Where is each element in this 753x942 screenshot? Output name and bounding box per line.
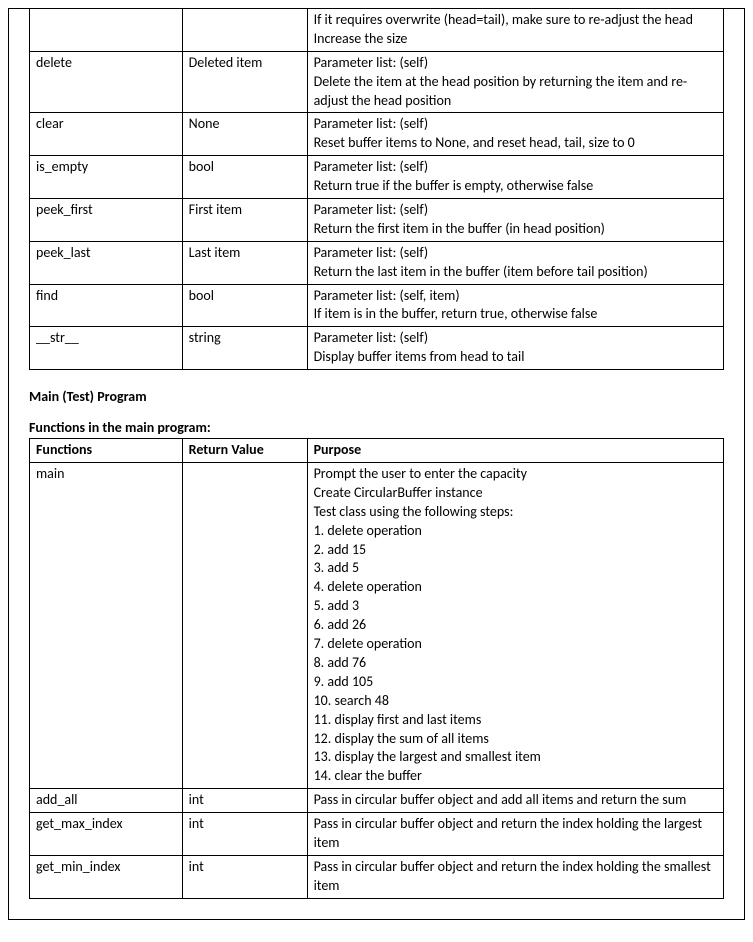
table-row: clear None Parameter list: (self)Reset b… [30, 113, 724, 156]
methods-table: If it requires overwrite (head=tail), ma… [29, 9, 724, 370]
method-cell: main [30, 463, 183, 789]
table-row: peek_first First item Parameter list: (s… [30, 199, 724, 242]
desc-cell: Parameter list: (self)Display buffer ite… [307, 327, 723, 370]
table-row: add_all int Pass in circular buffer obje… [30, 789, 724, 813]
method-cell: peek_last [30, 241, 183, 284]
return-cell: Last item [182, 241, 307, 284]
desc-cell: Pass in circular buffer object and retur… [307, 855, 723, 898]
desc-cell: Parameter list: (self, item)If item is i… [307, 284, 723, 327]
document-page: If it requires overwrite (head=tail), ma… [8, 8, 745, 920]
table-row: get_min_index int Pass in circular buffe… [30, 855, 724, 898]
document-content: If it requires overwrite (head=tail), ma… [9, 9, 744, 919]
method-cell: delete [30, 51, 183, 113]
table-header-row: Functions Return Value Purpose [30, 439, 724, 463]
header-functions: Functions [30, 439, 183, 463]
table-row: If it requires overwrite (head=tail), ma… [30, 9, 724, 51]
desc-cell: Parameter list: (self)Return true if the… [307, 156, 723, 199]
desc-cell: Parameter list: (self)Delete the item at… [307, 51, 723, 113]
method-cell: get_min_index [30, 855, 183, 898]
table-row: __str__ string Parameter list: (self)Dis… [30, 327, 724, 370]
method-cell: find [30, 284, 183, 327]
table-row: find bool Parameter list: (self, item)If… [30, 284, 724, 327]
functions-heading: Functions in the main program: [29, 419, 724, 436]
return-cell: int [182, 789, 307, 813]
return-cell: Deleted item [182, 51, 307, 113]
table-row: main Prompt the user to enter the capaci… [30, 463, 724, 789]
return-cell [182, 463, 307, 789]
table-row: is_empty bool Parameter list: (self)Retu… [30, 156, 724, 199]
return-cell: bool [182, 284, 307, 327]
desc-cell: Pass in circular buffer object and retur… [307, 813, 723, 856]
table-row: get_max_index int Pass in circular buffe… [30, 813, 724, 856]
return-cell: int [182, 813, 307, 856]
table-row: delete Deleted item Parameter list: (sel… [30, 51, 724, 113]
main-program-heading: Main (Test) Program [29, 388, 724, 405]
method-cell: is_empty [30, 156, 183, 199]
desc-cell: Parameter list: (self)Reset buffer items… [307, 113, 723, 156]
return-cell: First item [182, 199, 307, 242]
return-cell: int [182, 855, 307, 898]
desc-cell: Pass in circular buffer object and add a… [307, 789, 723, 813]
desc-cell: Parameter list: (self)Return the first i… [307, 199, 723, 242]
method-cell [30, 9, 183, 51]
method-cell: peek_first [30, 199, 183, 242]
method-cell: __str__ [30, 327, 183, 370]
return-cell: None [182, 113, 307, 156]
return-cell [182, 9, 307, 51]
desc-cell: Prompt the user to enter the capacityCre… [307, 463, 723, 789]
method-cell: get_max_index [30, 813, 183, 856]
desc-cell: If it requires overwrite (head=tail), ma… [307, 9, 723, 51]
header-return: Return Value [182, 439, 307, 463]
return-cell: string [182, 327, 307, 370]
method-cell: clear [30, 113, 183, 156]
method-cell: add_all [30, 789, 183, 813]
functions-table: Functions Return Value Purpose main Prom… [29, 438, 724, 898]
table-row: peek_last Last item Parameter list: (sel… [30, 241, 724, 284]
header-purpose: Purpose [307, 439, 723, 463]
return-cell: bool [182, 156, 307, 199]
desc-cell: Parameter list: (self)Return the last it… [307, 241, 723, 284]
